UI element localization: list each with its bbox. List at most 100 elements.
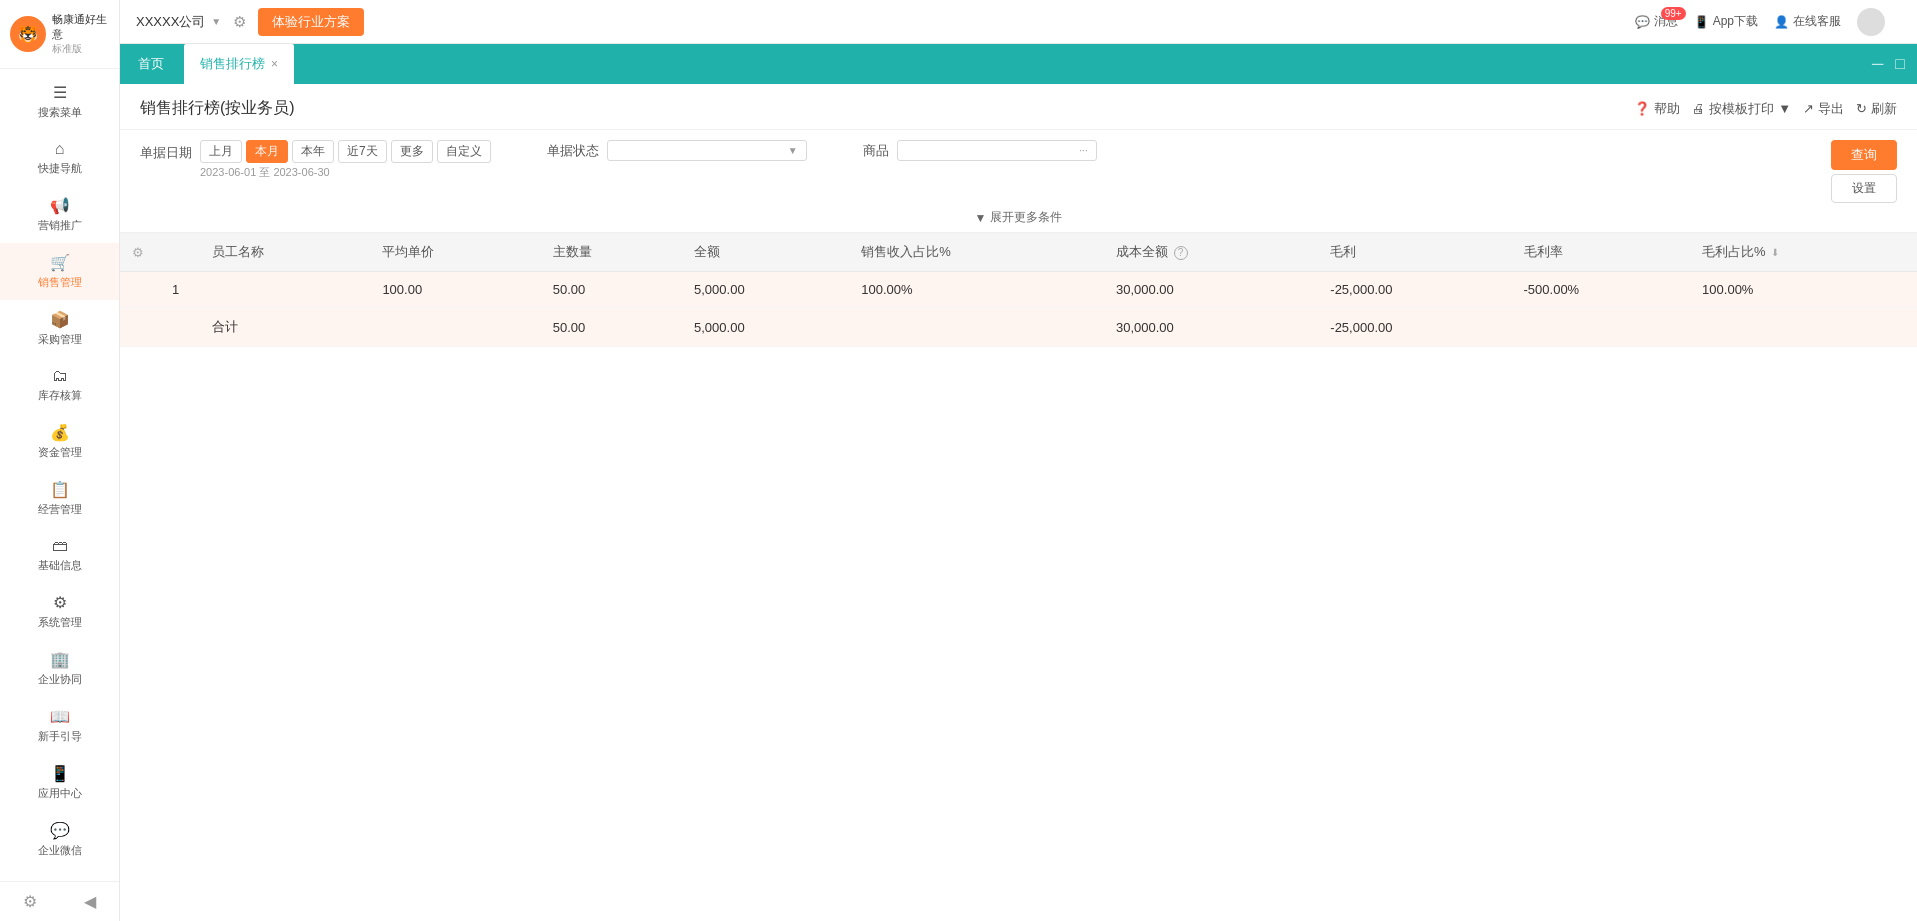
date-btn-this-month[interactable]: 本月: [246, 140, 288, 163]
expand-bar: ▼ 展开更多条件: [120, 203, 1917, 233]
cell-avg-price: 100.00: [370, 272, 540, 308]
footer-avg-price: [370, 308, 540, 347]
inventory-icon: 🗂: [52, 367, 68, 385]
goods-filter-group: 商品 ···: [863, 140, 1097, 161]
logo-text: 畅康通好生意 标准版: [52, 12, 109, 56]
message-badge: 99+: [1661, 7, 1686, 20]
sidebar-item-wechat[interactable]: 💬 企业微信: [0, 811, 119, 868]
sidebar-item-search-order[interactable]: ☰ 搜索菜单: [0, 73, 119, 130]
company-name: XXXXX公司: [136, 13, 205, 31]
gross-pct-sort-icon[interactable]: ⬇: [1771, 247, 1779, 258]
print-arrow-icon: ▼: [1778, 101, 1791, 116]
message-icon: 💬: [1635, 15, 1650, 29]
help-icon: ❓: [1634, 101, 1650, 116]
avatar[interactable]: [1857, 8, 1885, 36]
sidebar-item-quick-nav[interactable]: ⌂ 快捷导航: [0, 130, 119, 186]
print-btn[interactable]: 🖨 按模板打印 ▼: [1692, 100, 1791, 118]
date-btn-last-month[interactable]: 上月: [200, 140, 242, 163]
sidebar-item-finance[interactable]: 💰 资金管理: [0, 413, 119, 470]
cell-rank: 1: [160, 272, 200, 308]
finance-icon: 💰: [50, 423, 70, 442]
query-button[interactable]: 查询: [1831, 140, 1897, 170]
col-qty: 主数量: [541, 233, 682, 272]
cell-qty: 50.00: [541, 272, 682, 308]
sidebar-item-vip[interactable]: V 畅会员: [0, 868, 119, 881]
date-btn-custom[interactable]: 自定义: [437, 140, 491, 163]
sidebar-item-marketing[interactable]: 📢 营销推广: [0, 186, 119, 243]
goods-filter-label: 商品: [863, 142, 889, 160]
operations-icon: 📋: [50, 480, 70, 499]
sidebar-item-enterprise-coop[interactable]: 🏢 企业协同: [0, 640, 119, 697]
footer-row: 合计 50.00 5,000.00 30,000.00 -25,000.00: [120, 308, 1917, 347]
marketing-icon: 📢: [50, 196, 70, 215]
expand-conditions-btn[interactable]: ▼ 展开更多条件: [975, 209, 1063, 226]
topbar-gear-icon[interactable]: ⚙: [233, 13, 246, 31]
col-settings[interactable]: ⚙: [120, 233, 160, 272]
cost-info-icon[interactable]: ?: [1174, 246, 1188, 260]
date-btn-this-year[interactable]: 本年: [292, 140, 334, 163]
sidebar-item-beginner[interactable]: 📖 新手引导: [0, 697, 119, 754]
data-table: ⚙ 员工名称 平均单价 主数量 全额 销售收入占比% 成本全额 ?: [120, 233, 1917, 347]
vip-icon: V: [55, 878, 64, 881]
settings-button[interactable]: 设置: [1831, 174, 1897, 203]
table-row: 1 100.00 50.00 5,000.00 100.00% 30,000.0…: [120, 272, 1917, 308]
company-selector[interactable]: XXXXX公司 ▼: [136, 13, 221, 31]
table-header-row: ⚙ 员工名称 平均单价 主数量 全额 销售收入占比% 成本全额 ?: [120, 233, 1917, 272]
footer-settings-cell: [120, 308, 160, 347]
col-gross-margin: 毛利率: [1512, 233, 1691, 272]
footer-gross-profit: -25,000.00: [1318, 308, 1511, 347]
sales-icon: 🛒: [50, 253, 70, 272]
date-range-display: 2023-06-01 至 2023-06-30: [200, 165, 491, 180]
date-filter-controls: 上月 本月 本年 近7天 更多 自定义 2023-06-01 至 2023-06…: [200, 140, 491, 180]
quick-nav-icon: ⌂: [55, 140, 65, 158]
date-buttons: 上月 本月 本年 近7天 更多 自定义: [200, 140, 491, 163]
sidebar-item-operations[interactable]: 📋 经营管理: [0, 470, 119, 527]
cell-gross-pct: 100.00%: [1690, 272, 1917, 308]
topbar-app-download[interactable]: 📱 App下载: [1694, 13, 1758, 30]
tab-home[interactable]: 首页: [120, 44, 182, 84]
app-download-label: App下载: [1713, 13, 1758, 30]
sidebar-item-inventory[interactable]: 🗂 库存核算: [0, 357, 119, 413]
refresh-btn[interactable]: ↻ 刷新: [1856, 100, 1897, 118]
date-btn-7days[interactable]: 近7天: [338, 140, 387, 163]
topbar-online-service[interactable]: 👤 在线客服: [1774, 13, 1841, 30]
tab-minimize-icon[interactable]: ─: [1872, 55, 1883, 73]
sidebar-item-basic-info[interactable]: 🗃 基础信息: [0, 527, 119, 583]
beginner-icon: 📖: [50, 707, 70, 726]
sidebar-label-beginner: 新手引导: [38, 729, 82, 744]
goods-select[interactable]: ···: [897, 140, 1097, 161]
status-select[interactable]: ▼: [607, 140, 807, 161]
sidebar-label-search-order: 搜索菜单: [38, 105, 82, 120]
content: 销售排行榜(按业务员) ❓ 帮助 🖨 按模板打印 ▼ ↗ 导出 ↻ 刷新: [120, 84, 1917, 921]
sidebar-item-purchase[interactable]: 📦 采购管理: [0, 300, 119, 357]
basic-info-icon: 🗃: [52, 537, 68, 555]
tabbar: 首页 销售排行榜 × ─ □: [120, 44, 1917, 84]
sidebar-collapse-icon[interactable]: ◀: [84, 892, 96, 911]
tab-maximize-icon[interactable]: □: [1895, 55, 1905, 73]
sidebar-item-sales[interactable]: 🛒 销售管理: [0, 243, 119, 300]
enterprise-coop-icon: 🏢: [50, 650, 70, 669]
sidebar: 🐯 畅康通好生意 标准版 ☰ 搜索菜单 ⌂ 快捷导航 📢 营销推广 🛒 销售管理…: [0, 0, 120, 921]
date-btn-more[interactable]: 更多: [391, 140, 433, 163]
expand-label: 展开更多条件: [990, 209, 1062, 226]
tab-close-icon[interactable]: ×: [271, 57, 278, 71]
date-filter-group: 单据日期 上月 本月 本年 近7天 更多 自定义 2023-06-01 至 20…: [140, 140, 491, 180]
cell-gross-profit: -25,000.00: [1318, 272, 1511, 308]
sidebar-item-app-center[interactable]: 📱 应用中心: [0, 754, 119, 811]
footer-gross-pct: [1690, 308, 1917, 347]
page-header: 销售排行榜(按业务员) ❓ 帮助 🖨 按模板打印 ▼ ↗ 导出 ↻ 刷新: [120, 84, 1917, 130]
col-gross-pct: 毛利占比% ⬇: [1690, 233, 1917, 272]
tab-sales-ranking[interactable]: 销售排行榜 ×: [184, 44, 294, 84]
export-btn[interactable]: ↗ 导出: [1803, 100, 1844, 118]
col-amount: 全额: [682, 233, 849, 272]
sidebar-item-system[interactable]: ⚙ 系统管理: [0, 583, 119, 640]
help-btn[interactable]: ❓ 帮助: [1634, 100, 1680, 118]
sidebar-settings-icon[interactable]: ⚙: [23, 892, 37, 911]
trial-btn[interactable]: 体验行业方案: [258, 8, 364, 36]
refresh-icon: ↻: [1856, 101, 1867, 116]
filter-section: 单据日期 上月 本月 本年 近7天 更多 自定义 2023-06-01 至 20…: [120, 130, 1917, 233]
topbar-message[interactable]: 💬 消息 99+: [1635, 13, 1678, 30]
column-settings-icon[interactable]: ⚙: [132, 245, 144, 260]
export-icon: ↗: [1803, 101, 1814, 116]
page-title: 销售排行榜(按业务员): [140, 98, 295, 119]
